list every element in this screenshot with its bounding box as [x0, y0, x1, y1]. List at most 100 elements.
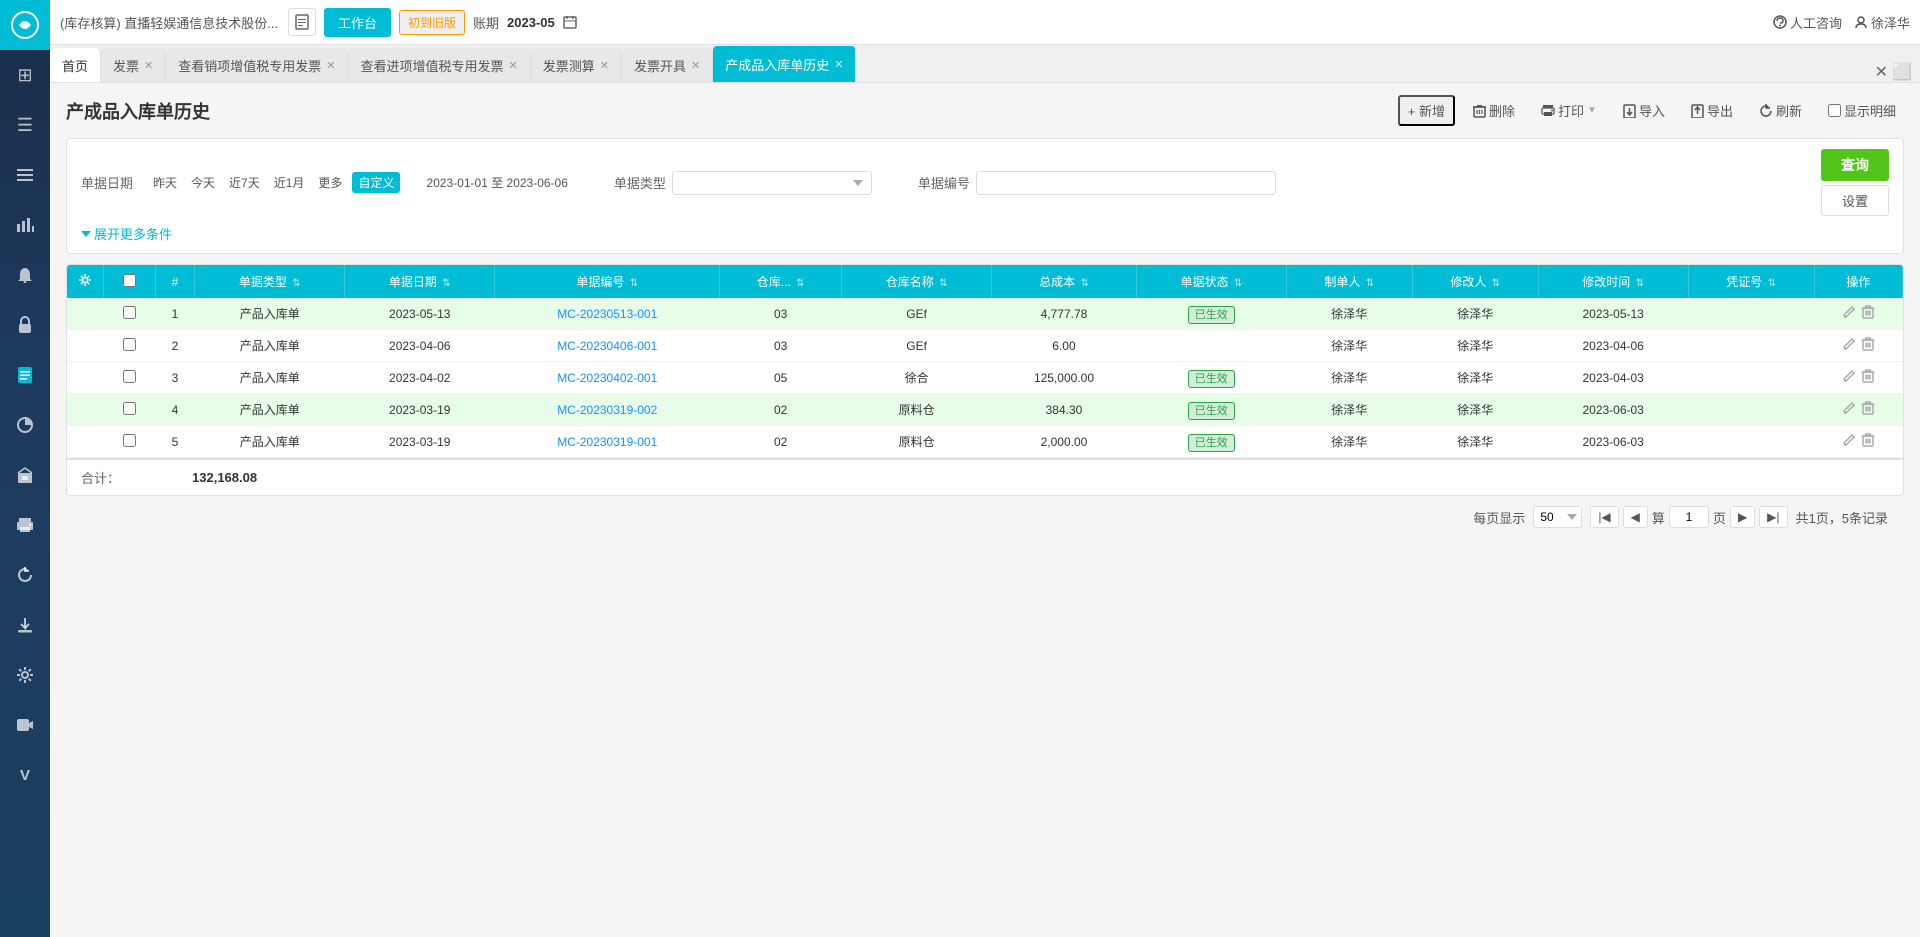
per-page-select[interactable]: 20 50 100: [1533, 506, 1582, 528]
sidebar-item-download[interactable]: [0, 600, 50, 650]
tab-invoice-issue-close[interactable]: ✕: [691, 59, 700, 72]
service-button[interactable]: 人工咨询: [1773, 13, 1842, 32]
sidebar-item-analytics[interactable]: [0, 200, 50, 250]
row-delete-icon-2[interactable]: [1862, 369, 1874, 386]
filter-date-range[interactable]: 2023-01-01 至 2023-06-06: [426, 174, 567, 191]
new-button[interactable]: + 新增: [1398, 95, 1455, 126]
user-menu[interactable]: 徐泽华: [1854, 13, 1910, 32]
shortcut-custom[interactable]: 自定义: [352, 172, 400, 193]
row-edit-icon-2[interactable]: [1842, 369, 1856, 386]
print-button[interactable]: 打印 ▼: [1533, 97, 1605, 124]
th-modifier[interactable]: 修改人 ⇅: [1412, 265, 1538, 298]
th-date[interactable]: 单据日期 ⇅: [345, 265, 495, 298]
sidebar-item-print[interactable]: [0, 500, 50, 550]
delete-button[interactable]: 删除: [1465, 97, 1523, 124]
refresh-button[interactable]: 刷新: [1751, 97, 1810, 124]
next-page-button[interactable]: ▶: [1730, 506, 1755, 528]
th-modify-time[interactable]: 修改时间 ⇅: [1538, 265, 1688, 298]
row-edit-icon-1[interactable]: [1842, 337, 1856, 354]
row-delete-icon-0[interactable]: [1862, 305, 1874, 322]
sidebar-item-video[interactable]: [0, 700, 50, 750]
expand-conditions-button[interactable]: 展开更多条件: [81, 224, 172, 243]
row-delete-icon-4[interactable]: [1862, 433, 1874, 450]
tab-invoices[interactable]: 发票 ✕: [101, 48, 166, 82]
row-number-0[interactable]: MC-20230513-001: [495, 298, 720, 330]
row-status-1: [1136, 330, 1286, 362]
row-warehouse-name-1: GEf: [842, 330, 992, 362]
row-checkbox-4[interactable]: [103, 426, 155, 458]
last-page-button[interactable]: ▶|: [1759, 506, 1787, 528]
row-checkbox-1[interactable]: [103, 330, 155, 362]
row-number-2[interactable]: MC-20230402-001: [495, 362, 720, 394]
sidebar-item-invoices[interactable]: [0, 350, 50, 400]
number-filter-input[interactable]: [976, 171, 1276, 195]
shortcut-more[interactable]: 更多: [314, 173, 346, 192]
tab-sales-vat[interactable]: 查看销项增值税专用发票 ✕: [166, 48, 348, 82]
row-number-3[interactable]: MC-20230319-002: [495, 394, 720, 426]
tab-product-history-close[interactable]: ✕: [834, 58, 843, 71]
tab-purchase-vat-close[interactable]: ✕: [509, 59, 518, 72]
switch-period-button[interactable]: 初到旧版: [399, 10, 465, 35]
shortcut-1month[interactable]: 近1月: [270, 173, 309, 192]
row-edit-icon-3[interactable]: [1842, 401, 1856, 418]
tab-invoice-issue[interactable]: 发票开具 ✕: [622, 48, 713, 82]
row-edit-icon-0[interactable]: [1842, 305, 1856, 322]
tab-home[interactable]: 首页: [50, 48, 101, 82]
row-number-4[interactable]: MC-20230319-001: [495, 426, 720, 458]
sidebar-item-package[interactable]: [0, 450, 50, 500]
tab-invoices-close[interactable]: ✕: [144, 59, 153, 72]
sidebar-item-menu[interactable]: ☰: [0, 100, 50, 150]
row-edit-icon-4[interactable]: [1842, 433, 1856, 450]
th-warehouse-code[interactable]: 仓库... ⇅: [720, 265, 842, 298]
sidebar-item-settings[interactable]: [0, 650, 50, 700]
import-button[interactable]: 导入: [1615, 97, 1673, 124]
tab-sales-vat-close[interactable]: ✕: [326, 59, 335, 72]
prev-page-button[interactable]: ◀: [1623, 506, 1648, 528]
th-voucher[interactable]: 凭证号 ⇅: [1688, 265, 1814, 298]
tab-invoice-calc[interactable]: 发票测算 ✕: [531, 48, 622, 82]
sidebar-item-lock[interactable]: [0, 300, 50, 350]
document-icon[interactable]: [288, 8, 316, 36]
calendar-icon[interactable]: [563, 15, 577, 29]
th-total-cost[interactable]: 总成本 ⇅: [992, 265, 1137, 298]
tab-close-all-icon[interactable]: ✕: [1875, 62, 1888, 82]
th-warehouse-name[interactable]: 仓库名称 ⇅: [842, 265, 992, 298]
select-all-checkbox[interactable]: [123, 274, 136, 287]
sidebar-item-sync[interactable]: [0, 550, 50, 600]
shortcut-7days[interactable]: 近7天: [225, 173, 264, 192]
tab-maximize-icon[interactable]: ⬜: [1892, 62, 1912, 82]
type-filter-select[interactable]: 产品入库单: [672, 171, 872, 195]
query-button[interactable]: 查询: [1821, 149, 1889, 181]
shortcut-today[interactable]: 今天: [187, 173, 219, 192]
sidebar-item-chart[interactable]: [0, 400, 50, 450]
tab-product-history[interactable]: 产成品入库单历史 ✕: [713, 46, 856, 82]
th-type[interactable]: 单据类型 ⇅: [195, 265, 345, 298]
company-selector[interactable]: (库存核算) 直播轻娱通信息技术股份... ▼: [60, 13, 280, 32]
first-page-button[interactable]: |◀: [1590, 506, 1618, 528]
page-input[interactable]: [1669, 506, 1709, 528]
row-checkbox-3[interactable]: [103, 394, 155, 426]
th-status[interactable]: 单据状态 ⇅: [1136, 265, 1286, 298]
row-checkbox-2[interactable]: [103, 362, 155, 394]
th-settings[interactable]: [67, 265, 103, 298]
sidebar-item-bell[interactable]: [0, 250, 50, 300]
sidebar-item-home[interactable]: ⊞: [0, 50, 50, 100]
sidebar-item-list[interactable]: [0, 150, 50, 200]
show-detail-checkbox[interactable]: [1828, 104, 1841, 117]
row-delete-icon-1[interactable]: [1862, 337, 1874, 354]
row-checkbox-0[interactable]: [103, 298, 155, 330]
tab-purchase-vat[interactable]: 查看进项增值税专用发票 ✕: [348, 48, 530, 82]
row-delete-icon-3[interactable]: [1862, 401, 1874, 418]
tab-invoice-calc-close[interactable]: ✕: [600, 59, 609, 72]
th-creator[interactable]: 制单人 ⇅: [1286, 265, 1412, 298]
th-checkbox[interactable]: [103, 265, 155, 298]
th-number[interactable]: 单据编号 ⇅: [495, 265, 720, 298]
shortcut-yesterday[interactable]: 昨天: [149, 173, 181, 192]
show-detail-checkbox-label[interactable]: 显示明细: [1820, 97, 1904, 124]
workbench-button[interactable]: 工作台: [324, 8, 391, 37]
period-value[interactable]: 2023-05: [507, 15, 555, 30]
set-button[interactable]: 设置: [1821, 185, 1889, 216]
sidebar-item-v[interactable]: V: [0, 750, 50, 800]
row-number-1[interactable]: MC-20230406-001: [495, 330, 720, 362]
export-button[interactable]: 导出: [1683, 97, 1741, 124]
